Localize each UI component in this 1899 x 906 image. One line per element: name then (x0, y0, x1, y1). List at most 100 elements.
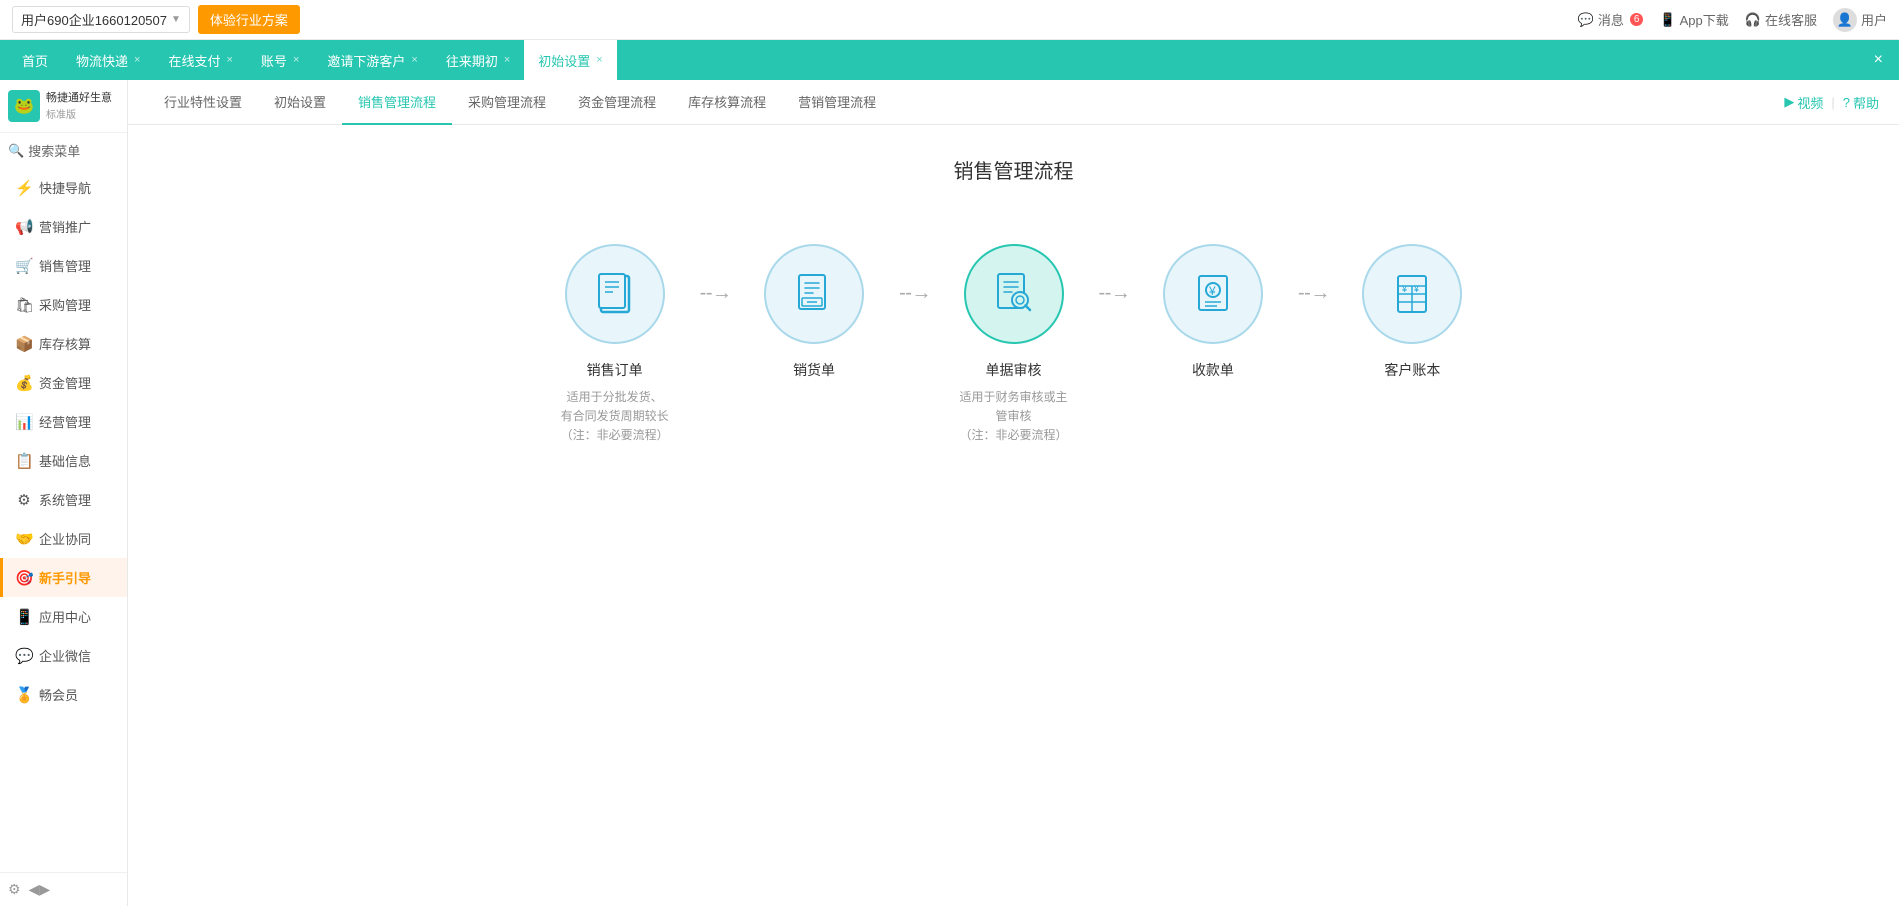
subtab-capital-flow-label: 资金管理流程 (578, 95, 656, 110)
sidebar-item-enterprise-collab[interactable]: 🤝 企业协同 (0, 519, 127, 558)
wechat-icon: 💬 (15, 647, 33, 665)
online-service-item[interactable]: 🎧 在线客服 (1745, 10, 1817, 29)
close-icon[interactable]: × (411, 54, 417, 66)
help-icon: ? (1843, 95, 1850, 110)
close-icon[interactable]: × (596, 54, 602, 66)
video-link[interactable]: ▶ 视频 (1784, 93, 1823, 112)
flow-arrow-2: - - → (899, 244, 928, 305)
sales-invoice-icon (790, 270, 838, 318)
step-desc-sales-order: 适用于分批发货、有合同发货周期较长（注：非必要流程） (561, 388, 669, 446)
logo-icon: 🐸 (8, 90, 40, 122)
step-desc-doc-review: 适用于财务审核或主管审核（注：非必要流程） (959, 388, 1067, 446)
subtab-capital-flow[interactable]: 资金管理流程 (562, 80, 672, 125)
svg-text:¥: ¥ (1413, 284, 1420, 294)
sys-icon: ⚙ (15, 491, 33, 509)
sidebar-item-label: 营销推广 (39, 217, 91, 236)
help-link[interactable]: ? 帮助 (1843, 93, 1879, 112)
step-circle-doc-review[interactable] (964, 244, 1064, 344)
sidebar-item-marketing[interactable]: 📢 营销推广 (0, 207, 127, 246)
sidebar-item-label: 资金管理 (39, 373, 91, 392)
close-icon[interactable]: × (504, 54, 510, 66)
subtab-industry-label: 行业特性设置 (164, 95, 242, 110)
subtab-industry[interactable]: 行业特性设置 (148, 80, 258, 125)
sidebar-item-sys-mgmt[interactable]: ⚙ 系统管理 (0, 480, 127, 519)
sidebar-item-quick-nav[interactable]: ⚡ 快捷导航 (0, 168, 127, 207)
experience-button[interactable]: 体验行业方案 (198, 5, 300, 34)
nav-tab-period-label: 往来期初 (446, 51, 498, 70)
sidebar-item-label: 企业微信 (39, 646, 91, 665)
nav-tab-logistics-label: 物流快递 (76, 51, 128, 70)
sidebar-item-label: 快捷导航 (39, 178, 91, 197)
search-label: 搜索菜单 (28, 141, 80, 160)
customer-ledger-icon: ¥ ¥ (1388, 270, 1436, 318)
user-label: 用户 (1861, 10, 1887, 29)
logo-text-group: 畅捷通好生意 标准版 (46, 91, 112, 120)
capital-icon: 💰 (15, 374, 33, 392)
sidebar-item-sales[interactable]: 🛒 销售管理 (0, 246, 127, 285)
nav-tab-account[interactable]: 账号 × (247, 40, 313, 80)
step-circle-receipt[interactable]: ¥ (1163, 244, 1263, 344)
step-circle-sales-order[interactable] (565, 244, 665, 344)
sidebar-item-operations[interactable]: 📊 经营管理 (0, 402, 127, 441)
sidebar-item-new-guide[interactable]: 🎯 新手引导 (0, 558, 127, 597)
nav-bar: 首页 物流快递 × 在线支付 × 账号 × 邀请下游客户 × 往来期初 × 初始… (0, 40, 1899, 80)
collapse-icon[interactable]: ◀▶ (29, 881, 51, 898)
sidebar-search[interactable]: 🔍 搜索菜单 (0, 133, 127, 168)
nav-bar-close-button[interactable]: × (1866, 51, 1891, 69)
step-circle-sales-invoice[interactable] (764, 244, 864, 344)
user-item[interactable]: 👤 用户 (1833, 8, 1887, 32)
marketing-icon: 📢 (15, 218, 33, 236)
close-icon[interactable]: × (226, 54, 232, 66)
close-icon[interactable]: × (134, 54, 140, 66)
subtab-marketing-flow[interactable]: 营销管理流程 (782, 80, 892, 125)
step-circle-customer-ledger[interactable]: ¥ ¥ (1362, 244, 1462, 344)
doc-review-icon (990, 270, 1038, 318)
subtab-sales-flow[interactable]: 销售管理流程 (342, 80, 452, 125)
nav-tab-payment[interactable]: 在线支付 × (154, 40, 246, 80)
online-service-label: 在线客服 (1765, 10, 1817, 29)
nav-tab-home[interactable]: 首页 (8, 40, 62, 80)
sidebar-item-label: 应用中心 (39, 607, 91, 626)
flow-content: 销售管理流程 (128, 125, 1899, 906)
close-icon[interactable]: × (293, 54, 299, 66)
member-icon: 🏅 (15, 686, 33, 704)
sidebar-item-enterprise-wechat[interactable]: 💬 企业微信 (0, 636, 127, 675)
step-name-customer-ledger: 客户账本 (1384, 360, 1440, 380)
help-label: 帮助 (1853, 93, 1879, 112)
subtab-init-label: 初始设置 (274, 95, 326, 110)
flow-steps: 销售订单 适用于分批发货、有合同发货周期较长（注：非必要流程） - - → (168, 244, 1859, 446)
arrow-icon: - - → (700, 282, 729, 305)
sidebar-item-basic-info[interactable]: 📋 基础信息 (0, 441, 127, 480)
sidebar-item-member[interactable]: 🏅 畅会员 (0, 675, 127, 714)
chevron-down-icon: ▼ (171, 14, 181, 25)
search-icon: 🔍 (8, 143, 24, 159)
avatar: 👤 (1833, 8, 1857, 32)
subtab-marketing-flow-label: 营销管理流程 (798, 95, 876, 110)
sidebar-item-label: 库存核算 (39, 334, 91, 353)
subtab-inventory-flow[interactable]: 库存核算流程 (672, 80, 782, 125)
subtab-init[interactable]: 初始设置 (258, 80, 342, 125)
sidebar-item-label: 新手引导 (39, 568, 91, 587)
sidebar-item-label: 经营管理 (39, 412, 91, 431)
settings-icon[interactable]: ⚙ (8, 881, 21, 898)
sidebar-item-app-center[interactable]: 📱 应用中心 (0, 597, 127, 636)
messages-item[interactable]: 💬 消息 6 (1578, 10, 1644, 29)
nav-tab-init[interactable]: 初始设置 × (524, 40, 616, 80)
subtab-purchase-flow[interactable]: 采购管理流程 (452, 80, 562, 125)
top-bar: 用户690企业1660120507 ▼ 体验行业方案 💬 消息 6 📱 App下… (0, 0, 1899, 40)
nav-tab-payment-label: 在线支付 (168, 51, 220, 70)
sales-order-icon (591, 270, 639, 318)
app-download-item[interactable]: 📱 App下载 (1659, 10, 1728, 29)
sales-icon: 🛒 (15, 257, 33, 275)
nav-tab-period[interactable]: 往来期初 × (432, 40, 524, 80)
sidebar-item-purchase[interactable]: 🛍 采购管理 (0, 285, 127, 324)
nav-tab-invite[interactable]: 邀请下游客户 × (313, 40, 431, 80)
arrow-icon: - - → (899, 282, 928, 305)
guide-icon: 🎯 (15, 569, 33, 587)
nav-tab-invite-label: 邀请下游客户 (327, 51, 405, 70)
sidebar-item-capital[interactable]: 💰 资金管理 (0, 363, 127, 402)
sidebar-item-inventory[interactable]: 📦 库存核算 (0, 324, 127, 363)
nav-tab-logistics[interactable]: 物流快递 × (62, 40, 154, 80)
company-select[interactable]: 用户690企业1660120507 ▼ (12, 6, 190, 33)
sub-tabs: 行业特性设置 初始设置 销售管理流程 采购管理流程 资金管理流程 库存核算流程 … (128, 80, 1899, 125)
